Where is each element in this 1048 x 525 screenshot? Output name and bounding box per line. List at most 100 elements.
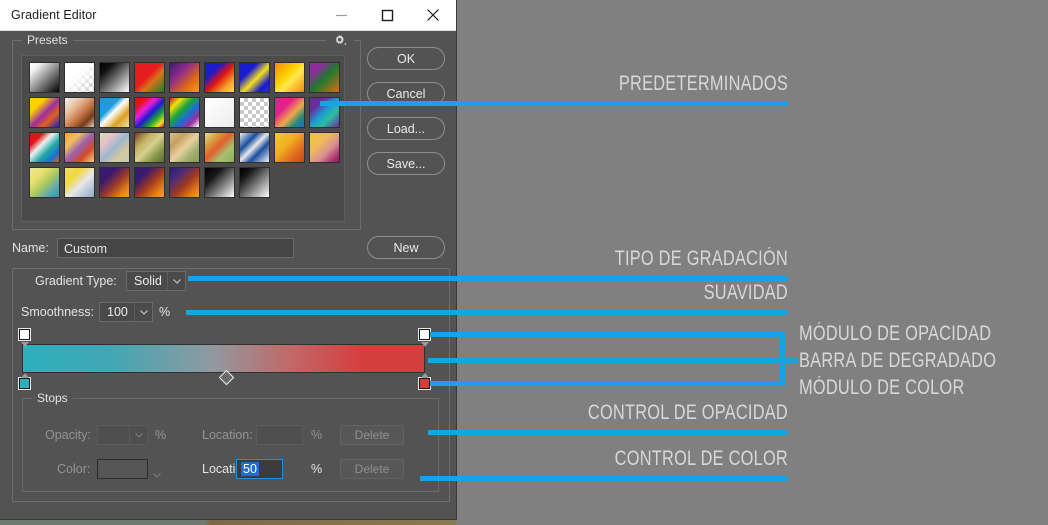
preset-swatch[interactable] <box>29 97 60 128</box>
annotation-label-gradient-bar: BARRA DE DEGRADADO <box>799 349 997 372</box>
annotation-line-opacity-module <box>430 332 785 337</box>
color-stop-left[interactable] <box>19 373 32 391</box>
chevron-down-icon <box>153 465 161 483</box>
presets-label: Presets <box>22 33 73 48</box>
color-label: Color: <box>57 462 91 476</box>
annotation-line-gradient-bar <box>428 358 785 363</box>
opacity-unit: % <box>155 428 167 442</box>
preset-swatch-grid <box>29 62 340 198</box>
preset-swatch-fill <box>135 63 164 92</box>
preset-swatch-fill <box>65 168 94 197</box>
preset-swatch-fill <box>275 133 304 162</box>
preset-swatch[interactable] <box>99 97 130 128</box>
preset-swatch[interactable] <box>239 132 270 163</box>
maximize-icon <box>381 9 393 21</box>
preset-swatch[interactable] <box>134 97 165 128</box>
annotation-label-color-control: CONTROL DE COLOR <box>614 447 788 470</box>
preset-swatch-fill <box>240 133 269 162</box>
preset-swatch[interactable] <box>29 132 60 163</box>
preset-swatch[interactable] <box>204 97 235 128</box>
gradient-type-select[interactable]: Solid <box>126 271 186 291</box>
preset-swatch-fill <box>310 63 339 92</box>
preset-swatch[interactable] <box>274 97 305 128</box>
minimize-button[interactable] <box>318 0 364 30</box>
annotation-line-smoothness <box>186 310 788 315</box>
preset-swatch[interactable] <box>204 167 235 198</box>
preset-swatch-fill <box>170 63 199 92</box>
annotation-label-gradient-type: TIPO DE GRADACIÓN <box>614 247 788 270</box>
smoothness-select[interactable]: 100 <box>99 302 153 322</box>
annotation-bracket-stub <box>780 358 798 363</box>
preset-swatch[interactable] <box>274 132 305 163</box>
minimize-icon <box>335 14 347 16</box>
preset-swatch[interactable] <box>239 62 270 93</box>
color-stop-swatch[interactable] <box>97 459 148 479</box>
annotation-line-color-control <box>420 476 788 481</box>
gradient-name-input[interactable]: Custom <box>57 238 294 258</box>
presets-swatch-panel[interactable] <box>21 55 345 222</box>
annotation-line-color-module <box>430 381 785 386</box>
gear-icon <box>335 34 347 45</box>
preset-swatch[interactable] <box>239 167 270 198</box>
preset-swatch[interactable] <box>99 62 130 93</box>
maximize-button[interactable] <box>364 0 410 30</box>
chevron-down-icon <box>129 426 147 444</box>
color-location-unit: % <box>311 462 323 476</box>
color-stop-right-box <box>419 378 430 389</box>
preset-swatch[interactable] <box>99 132 130 163</box>
save-button[interactable]: Save... <box>367 152 445 175</box>
annotation-label-opacity-control: CONTROL DE OPACIDAD <box>587 401 788 424</box>
bottom-edge-strip <box>0 520 456 525</box>
opacity-stop-left-box <box>19 329 30 340</box>
preset-swatch[interactable] <box>169 167 200 198</box>
annotation-label-presets: PREDETERMINADOS <box>618 72 788 95</box>
color-location-input[interactable]: 50 <box>236 459 283 479</box>
preset-swatch[interactable] <box>29 167 60 198</box>
color-stop-left-box <box>19 378 30 389</box>
title-bar: Gradient Editor <box>0 0 456 31</box>
preset-swatch[interactable] <box>64 97 95 128</box>
preset-swatch[interactable] <box>204 132 235 163</box>
color-delete-button: Delete <box>340 459 404 479</box>
preset-swatch[interactable] <box>134 62 165 93</box>
preset-swatch[interactable] <box>64 62 95 93</box>
preset-swatch[interactable] <box>134 167 165 198</box>
annotation-line-opacity-control <box>428 430 788 435</box>
preset-swatch[interactable] <box>239 97 270 128</box>
preset-swatch[interactable] <box>204 62 235 93</box>
preset-swatch[interactable] <box>64 132 95 163</box>
presets-menu-button[interactable] <box>326 31 354 49</box>
preset-swatch-fill <box>205 63 234 92</box>
opacity-stop-left[interactable] <box>19 329 32 347</box>
preset-swatch-fill <box>65 63 94 92</box>
preset-swatch[interactable] <box>169 97 200 128</box>
preset-swatch[interactable] <box>64 167 95 198</box>
preset-swatch-fill <box>240 63 269 92</box>
ok-button[interactable]: OK <box>367 47 445 70</box>
preset-swatch-fill <box>30 63 59 92</box>
color-location-value: 50 <box>241 462 259 476</box>
preset-swatch-fill <box>65 133 94 162</box>
stop-pointer <box>421 342 429 347</box>
gradient-preview-bar[interactable] <box>22 344 425 373</box>
opacity-label: Opacity: <box>45 428 91 442</box>
preset-swatch-fill <box>275 98 304 127</box>
preset-swatch[interactable] <box>134 132 165 163</box>
preset-swatch[interactable] <box>29 62 60 93</box>
opacity-delete-button: Delete <box>340 425 404 445</box>
preset-swatch[interactable] <box>274 62 305 93</box>
preset-swatch-fill <box>30 133 59 162</box>
preset-swatch[interactable] <box>309 62 340 93</box>
preset-swatch[interactable] <box>99 167 130 198</box>
preset-swatch-fill <box>170 133 199 162</box>
stop-pointer <box>21 373 29 378</box>
load-button[interactable]: Load... <box>367 117 445 140</box>
preset-swatch-fill <box>205 133 234 162</box>
gradient-type-value: Solid <box>134 274 162 288</box>
preset-swatch[interactable] <box>169 62 200 93</box>
preset-swatch[interactable] <box>169 132 200 163</box>
annotation-label-opacity-module: MÓDULO DE OPACIDAD <box>799 322 992 345</box>
close-button[interactable] <box>410 0 456 30</box>
preset-swatch[interactable] <box>309 132 340 163</box>
window-title: Gradient Editor <box>11 8 97 22</box>
